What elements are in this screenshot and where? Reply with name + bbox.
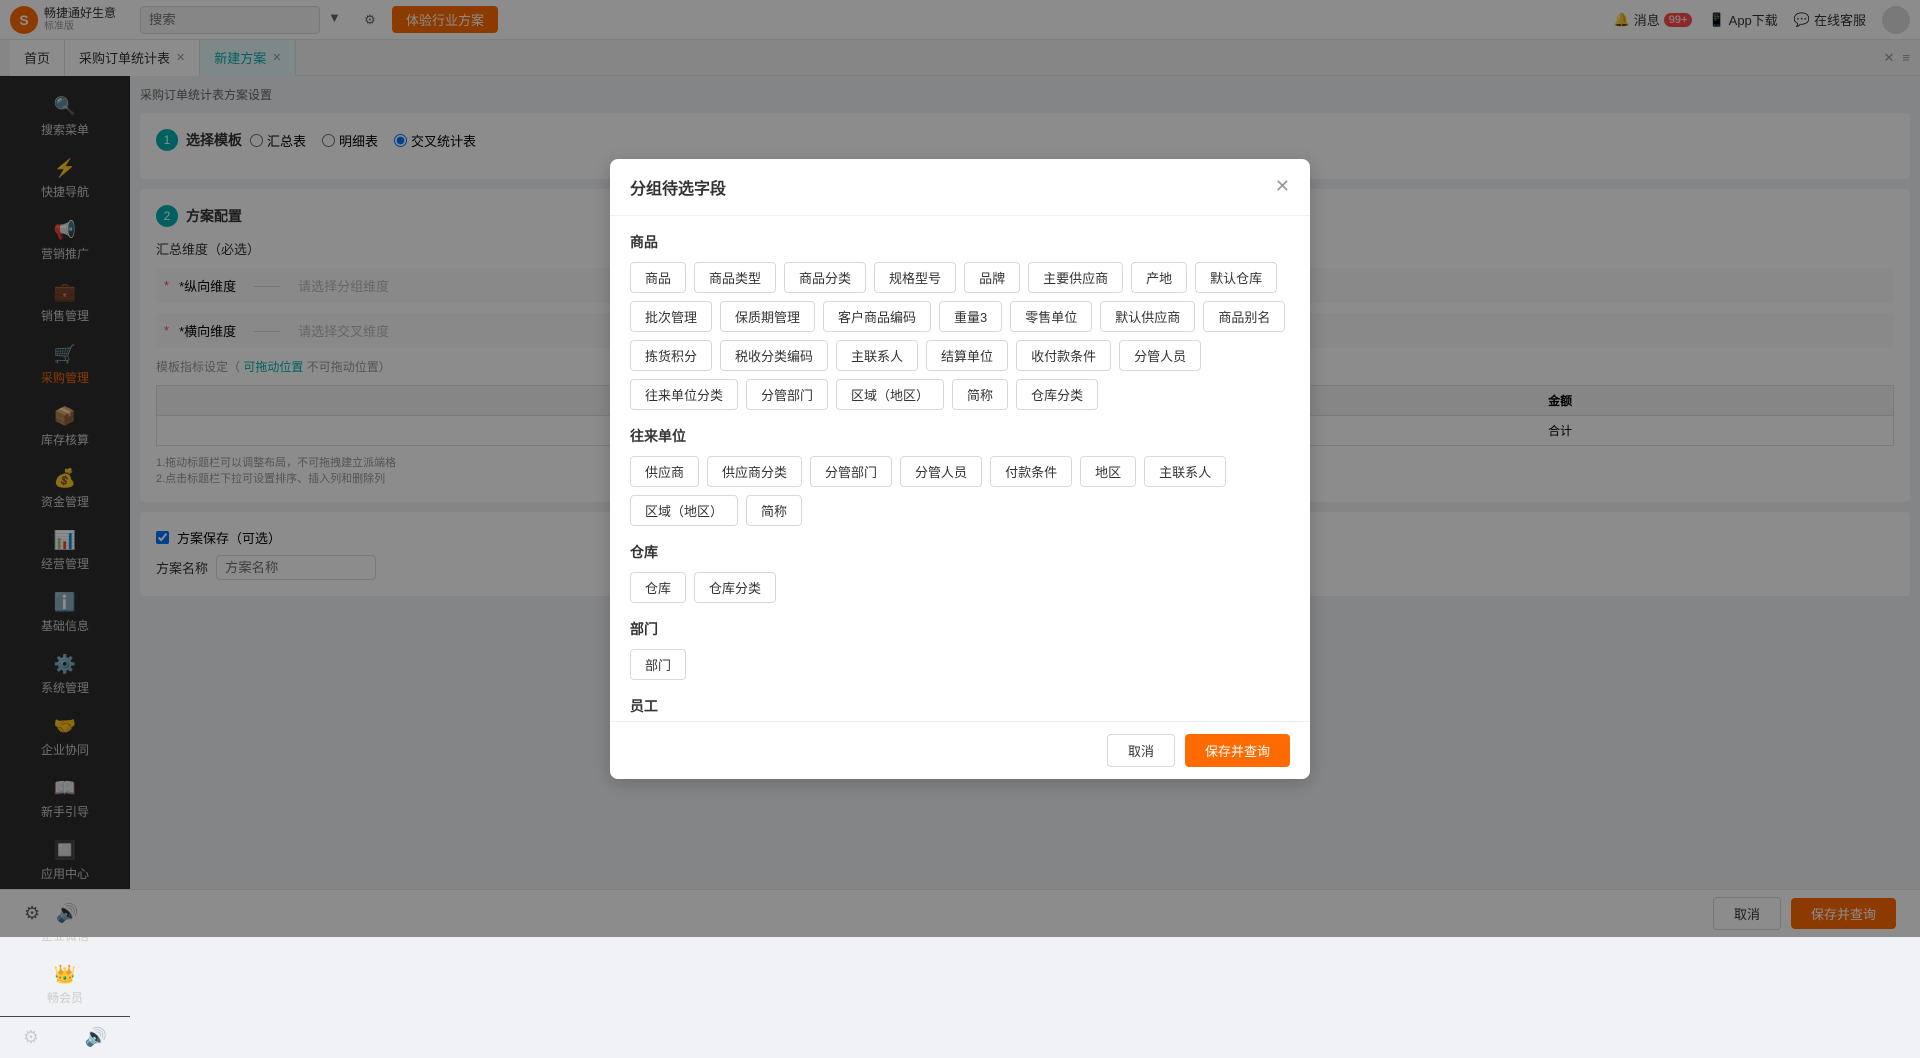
modal-body[interactable]: 商品 商品 商品类型 商品分类 规格型号 品牌 主要供应商 产地 默认仓库 批次… [610,216,1310,721]
field-chip[interactable]: 简称 [952,379,1008,410]
settings-bottom-icon[interactable]: ⚙ [23,1027,39,1048]
member-icon: 👑 [54,964,76,985]
sidebar-bottom: ⚙ 🔊 [0,1016,130,1058]
modal-close-icon[interactable]: ✕ [1275,176,1290,197]
field-chip[interactable]: 税收分类编码 [720,340,828,371]
field-chip[interactable]: 规格型号 [874,262,956,293]
field-chip[interactable]: 区域（地区） [630,495,738,526]
section-title-partner: 往来单位 [630,426,1290,446]
section-title-product: 商品 [630,232,1290,252]
field-chip[interactable]: 商品别名 [1203,301,1285,332]
field-chip[interactable]: 供应商 [630,456,699,487]
field-chip[interactable]: 客户商品编码 [823,301,931,332]
field-chip[interactable]: 分管人员 [900,456,982,487]
field-chip[interactable]: 零售单位 [1010,301,1092,332]
field-chip[interactable]: 分管部门 [746,379,828,410]
field-chip[interactable]: 区域（地区） [836,379,944,410]
field-chip[interactable]: 分管部门 [810,456,892,487]
field-grid-partner: 供应商 供应商分类 分管部门 分管人员 付款条件 地区 主联系人 区域（地区） … [630,456,1290,526]
field-chip[interactable]: 商品分类 [784,262,866,293]
field-chip[interactable]: 商品 [630,262,686,293]
section-title-warehouse: 仓库 [630,542,1290,562]
modal-footer: 取消 保存并查询 [610,721,1310,779]
field-grid-department: 部门 [630,649,1290,680]
field-chip[interactable]: 默认供应商 [1100,301,1195,332]
cancel-button[interactable]: 取消 [1107,734,1175,767]
field-grid-product: 商品 商品类型 商品分类 规格型号 品牌 主要供应商 产地 默认仓库 批次管理 … [630,262,1290,410]
field-chip[interactable]: 主联系人 [1144,456,1226,487]
modal-overlay: 分组待选字段 ✕ 商品 商品 商品类型 商品分类 规格型号 品牌 主要供应商 产… [0,0,1920,937]
field-chip[interactable]: 收付款条件 [1016,340,1111,371]
field-chip[interactable]: 简称 [746,495,802,526]
field-chip[interactable]: 地区 [1080,456,1136,487]
field-chip[interactable]: 部门 [630,649,686,680]
field-chip[interactable]: 分管人员 [1119,340,1201,371]
field-grid-warehouse: 仓库 仓库分类 [630,572,1290,603]
section-title-staff: 员工 [630,696,1290,716]
field-chip[interactable]: 仓库分类 [694,572,776,603]
section-title-department: 部门 [630,619,1290,639]
field-chip[interactable]: 品牌 [964,262,1020,293]
field-chip[interactable]: 仓库分类 [1016,379,1098,410]
field-chip[interactable]: 商品类型 [694,262,776,293]
field-chip[interactable]: 产地 [1131,262,1187,293]
field-chip[interactable]: 拣货积分 [630,340,712,371]
modal-title: 分组待选字段 [630,175,726,199]
field-chip[interactable]: 保质期管理 [720,301,815,332]
field-chip[interactable]: 结算单位 [926,340,1008,371]
field-chip[interactable]: 重量3 [939,301,1002,332]
field-chip[interactable]: 供应商分类 [707,456,802,487]
field-chip[interactable]: 往来单位分类 [630,379,738,410]
sidebar-item-member[interactable]: 👑 畅会员 [0,954,130,1016]
volume-bottom-icon[interactable]: 🔊 [85,1027,107,1048]
modal: 分组待选字段 ✕ 商品 商品 商品类型 商品分类 规格型号 品牌 主要供应商 产… [610,159,1310,779]
field-chip[interactable]: 主联系人 [836,340,918,371]
modal-header: 分组待选字段 ✕ [610,159,1310,216]
field-chip[interactable]: 主要供应商 [1028,262,1123,293]
save-button[interactable]: 保存并查询 [1185,734,1290,767]
field-chip[interactable]: 仓库 [630,572,686,603]
field-chip[interactable]: 批次管理 [630,301,712,332]
field-chip[interactable]: 付款条件 [990,456,1072,487]
field-chip[interactable]: 默认仓库 [1195,262,1277,293]
